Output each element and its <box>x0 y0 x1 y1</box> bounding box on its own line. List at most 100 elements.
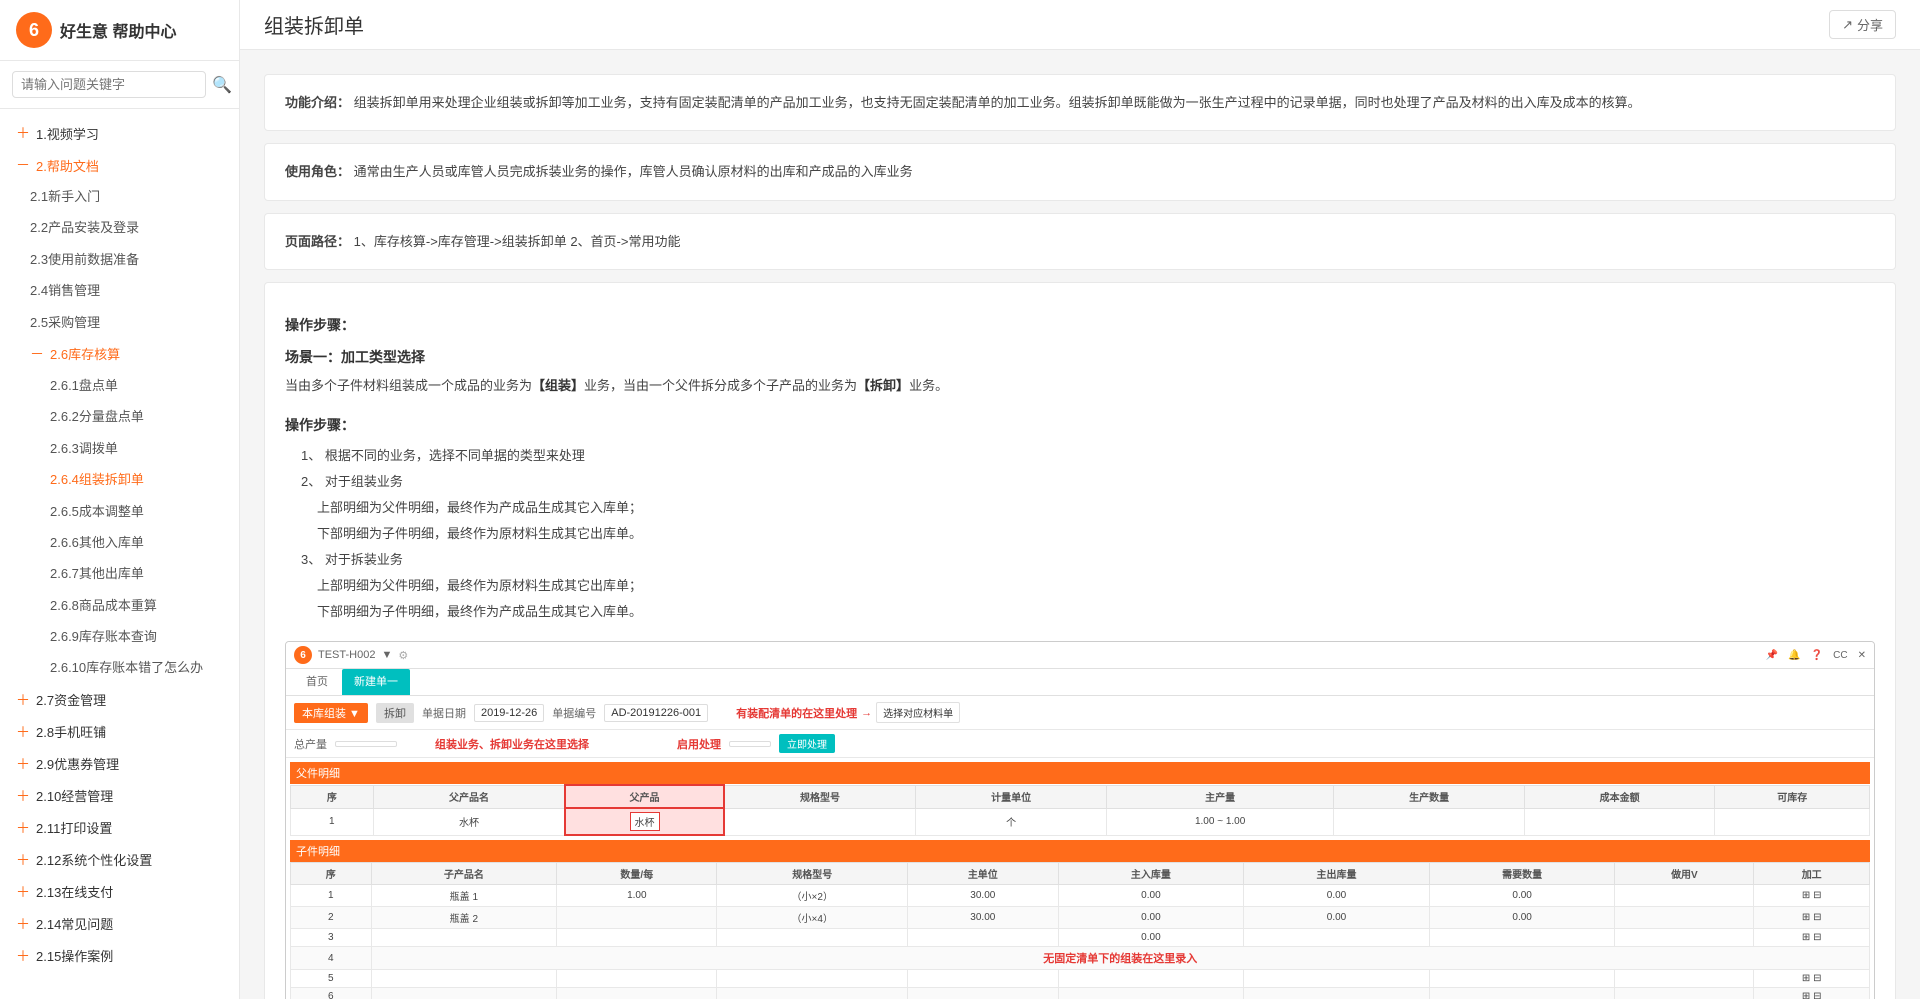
nav-sub-2-5[interactable]: 2.5采购管理 <box>0 307 239 338</box>
table-sub-row-6: 6 ⊞ ⊟ <box>291 988 1870 999</box>
nav-section-2-7[interactable]: ＋ 2.7资金管理 <box>0 684 239 716</box>
search-box: 🔍 <box>0 61 239 109</box>
form-type-row: 总产量 组装业务、拆卸业务在这里选择 启用处理 立即处理 <box>286 730 1874 758</box>
expand-icon-2-14: ＋ <box>16 914 30 934</box>
annotation-1-text: 有装配清单的在这里处理 <box>736 705 857 721</box>
nav-section-2-10[interactable]: ＋ 2.10经营管理 <box>0 780 239 812</box>
role-label: 使用角色： <box>285 164 350 179</box>
nav-section-2-8[interactable]: ＋ 2.8手机旺铺 <box>0 716 239 748</box>
td-sub-need-qty-2: 0.00 <box>1429 907 1615 929</box>
expand-icon-1: ＋ <box>16 123 30 143</box>
nav-section-2-10-label: 2.10经营管理 <box>36 786 113 805</box>
nav-section-2-9-label: 2.9优惠券管理 <box>36 754 119 773</box>
form-btn-copy[interactable]: 拆卸 <box>376 703 414 723</box>
th-sub-qty-per: 数量/每 <box>557 863 717 885</box>
nav-sub-2-6-9[interactable]: 2.6.9库存账本查询 <box>0 621 239 652</box>
nav-section-2-11[interactable]: ＋ 2.11打印设置 <box>0 812 239 844</box>
td-sub-need-qty-3 <box>1429 929 1615 947</box>
td-sub-in-qty-1: 0.00 <box>1058 885 1244 907</box>
nav-section-2-12[interactable]: ＋ 2.12系统个性化设置 <box>0 844 239 876</box>
nav-sub-2-6-10[interactable]: 2.6.10库存账本错了怎么办 <box>0 652 239 683</box>
td-sub-col9-5: ⊞ ⊟ <box>1754 970 1870 988</box>
nav-sub-2-3[interactable]: 2.3使用前数据准备 <box>0 244 239 275</box>
td-sub-role-3 <box>1615 929 1754 947</box>
th-main-qty: 主产量 <box>1106 785 1334 808</box>
nav-section-2-6-label: 2.6库存核算 <box>50 344 120 363</box>
nav-sub-2-6-1[interactable]: 2.6.1盘点单 <box>0 370 239 401</box>
td-sub-qty-per-3 <box>557 929 717 947</box>
form-btn-type[interactable]: 本库组装 ▼ <box>294 703 368 723</box>
table-sub-row-5: 5 ⊞ ⊟ <box>291 970 1870 988</box>
ops-section: 操作步骤： 场景一：加工类型选择 当由多个子件材料组装成一个成品的业务为【组装】… <box>264 282 1896 999</box>
td-sub-col3-5 <box>717 970 908 988</box>
td-sub-out-qty-2: 0.00 <box>1244 907 1430 929</box>
nav-sub-2-6-7[interactable]: 2.6.7其他出库单 <box>0 558 239 589</box>
nav-sub-2-6-6[interactable]: 2.6.6其他入库单 <box>0 527 239 558</box>
collapse-icon-2-6: － <box>30 344 44 364</box>
nav-sub-2-6-8[interactable]: 2.6.8商品成本重算 <box>0 590 239 621</box>
callout-btn[interactable]: 选择对应材料单 <box>876 702 960 723</box>
app-test-code: TEST-H002 <box>318 649 375 661</box>
table-parent-header-row: 序 父产品名 父产品 规格型号 计量单位 主产量 生产数量 成本金额 可库存 <box>291 785 1870 808</box>
td-sub-in-qty-2: 0.00 <box>1058 907 1244 929</box>
th-avail: 可库存 <box>1715 785 1870 808</box>
app-version-icon: ⚙ <box>398 649 408 662</box>
nav-section-2[interactable]: － 2.帮助文档 <box>0 149 239 181</box>
td-sub-process-1: ⊞ ⊟ <box>1754 885 1870 907</box>
nav-section-2-9[interactable]: ＋ 2.9优惠券管理 <box>0 748 239 780</box>
td-sub-col5-5 <box>1058 970 1244 988</box>
td-spec-1 <box>724 808 916 835</box>
app-tab-home[interactable]: 首页 <box>294 669 340 695</box>
annotation-area-1: 有装配清单的在这里处理 → 选择对应材料单 <box>736 702 960 723</box>
nav-sub-2-6-4[interactable]: 2.6.4组装拆卸单 <box>0 464 239 495</box>
share-button[interactable]: ↗ 分享 <box>1829 10 1896 39</box>
feature-intro-text: 组装拆卸单用来处理企业组装或拆卸等加工业务，支持有固定装配清单的产品加工业务，也… <box>354 95 1641 110</box>
td-sub-col8-6 <box>1615 988 1754 999</box>
table-sub-row-3: 3 0.00 ⊞ ⊟ <box>291 929 1870 947</box>
nav-section-2-8-label: 2.8手机旺铺 <box>36 722 106 741</box>
th-prod-qty: 生产数量 <box>1334 785 1524 808</box>
nav-section-2-15[interactable]: ＋ 2.15操作案例 <box>0 940 239 972</box>
app-icon-3: ❓ <box>1811 650 1823 661</box>
enable-input[interactable] <box>729 741 771 747</box>
sidebar-header: 6 好生意 帮助中心 <box>0 0 239 61</box>
sub-step-3-1: 上部明细为父件明细，最终作为原材料生成其它出库单； <box>317 573 1875 599</box>
search-button[interactable]: 🔍 <box>212 75 232 95</box>
nav-sub-2-6-3[interactable]: 2.6.3调拨单 <box>0 433 239 464</box>
qty-input[interactable] <box>335 741 397 747</box>
td-unit-1: 个 <box>916 808 1106 835</box>
nav-section-2-7-label: 2.7资金管理 <box>36 690 106 709</box>
nav-section-2-6[interactable]: － 2.6库存核算 <box>0 338 239 370</box>
nav-sub-2-1[interactable]: 2.1新手入门 <box>0 181 239 212</box>
nav-sub-2-6-2[interactable]: 2.6.2分量盘点单 <box>0 401 239 432</box>
td-sub-out-qty-3 <box>1244 929 1430 947</box>
sidebar: 6 好生意 帮助中心 🔍 ＋ 1.视频学习 － 2.帮助文档 2.1新手入门 2… <box>0 0 240 999</box>
nav-section-2-11-label: 2.11打印设置 <box>36 818 112 837</box>
td-sub-spec-1: （小×2） <box>717 885 908 907</box>
th-sub-seq: 序 <box>291 863 372 885</box>
search-input[interactable] <box>12 71 206 98</box>
feature-intro-label: 功能介绍： <box>285 95 350 110</box>
app-tab-new[interactable]: 新建单一 <box>342 669 410 695</box>
nav-sub-2-6-5[interactable]: 2.6.5成本调整单 <box>0 496 239 527</box>
td-sub-seq-1: 1 <box>291 885 372 907</box>
nav-section-2-14[interactable]: ＋ 2.14常见问题 <box>0 908 239 940</box>
feature-intro-block: 功能介绍： 组装拆卸单用来处理企业组装或拆卸等加工业务，支持有固定装配清单的产品… <box>264 74 1896 131</box>
th-sub-role: 做用V <box>1615 863 1754 885</box>
nav-section-2-13[interactable]: ＋ 2.13在线支付 <box>0 876 239 908</box>
nav-sub-2-4[interactable]: 2.4销售管理 <box>0 275 239 306</box>
table-sub-row-2: 2 瓶盖 2 （小×4） 30.00 0.00 0.00 0.00 ⊞ ⊟ <box>291 907 1870 929</box>
td-sub-col6-6 <box>1244 988 1430 999</box>
table-orange-title: 父件明细 <box>296 765 340 781</box>
td-sub-seq-4: 4 <box>291 947 372 970</box>
confirm-btn[interactable]: 立即处理 <box>779 734 835 753</box>
app-dropdown-icon: ▼ <box>381 649 392 661</box>
product-input-1[interactable]: 水杯 <box>630 812 660 831</box>
nav-section-1[interactable]: ＋ 1.视频学习 <box>0 117 239 149</box>
nav-sub-2-2[interactable]: 2.2产品安装及登录 <box>0 212 239 243</box>
table-sub-row-1: 1 瓶盖 1 1.00 （小×2） 30.00 0.00 0.00 0.00 ⊞… <box>291 885 1870 907</box>
form-header: 本库组装 ▼ 拆卸 单据日期 2019-12-26 单据编号 AD-201912… <box>286 696 1874 730</box>
td-sub-in-qty-3: 0.00 <box>1058 929 1244 947</box>
td-sub-process-2: ⊞ ⊟ <box>1754 907 1870 929</box>
td-sub-seq-5: 5 <box>291 970 372 988</box>
